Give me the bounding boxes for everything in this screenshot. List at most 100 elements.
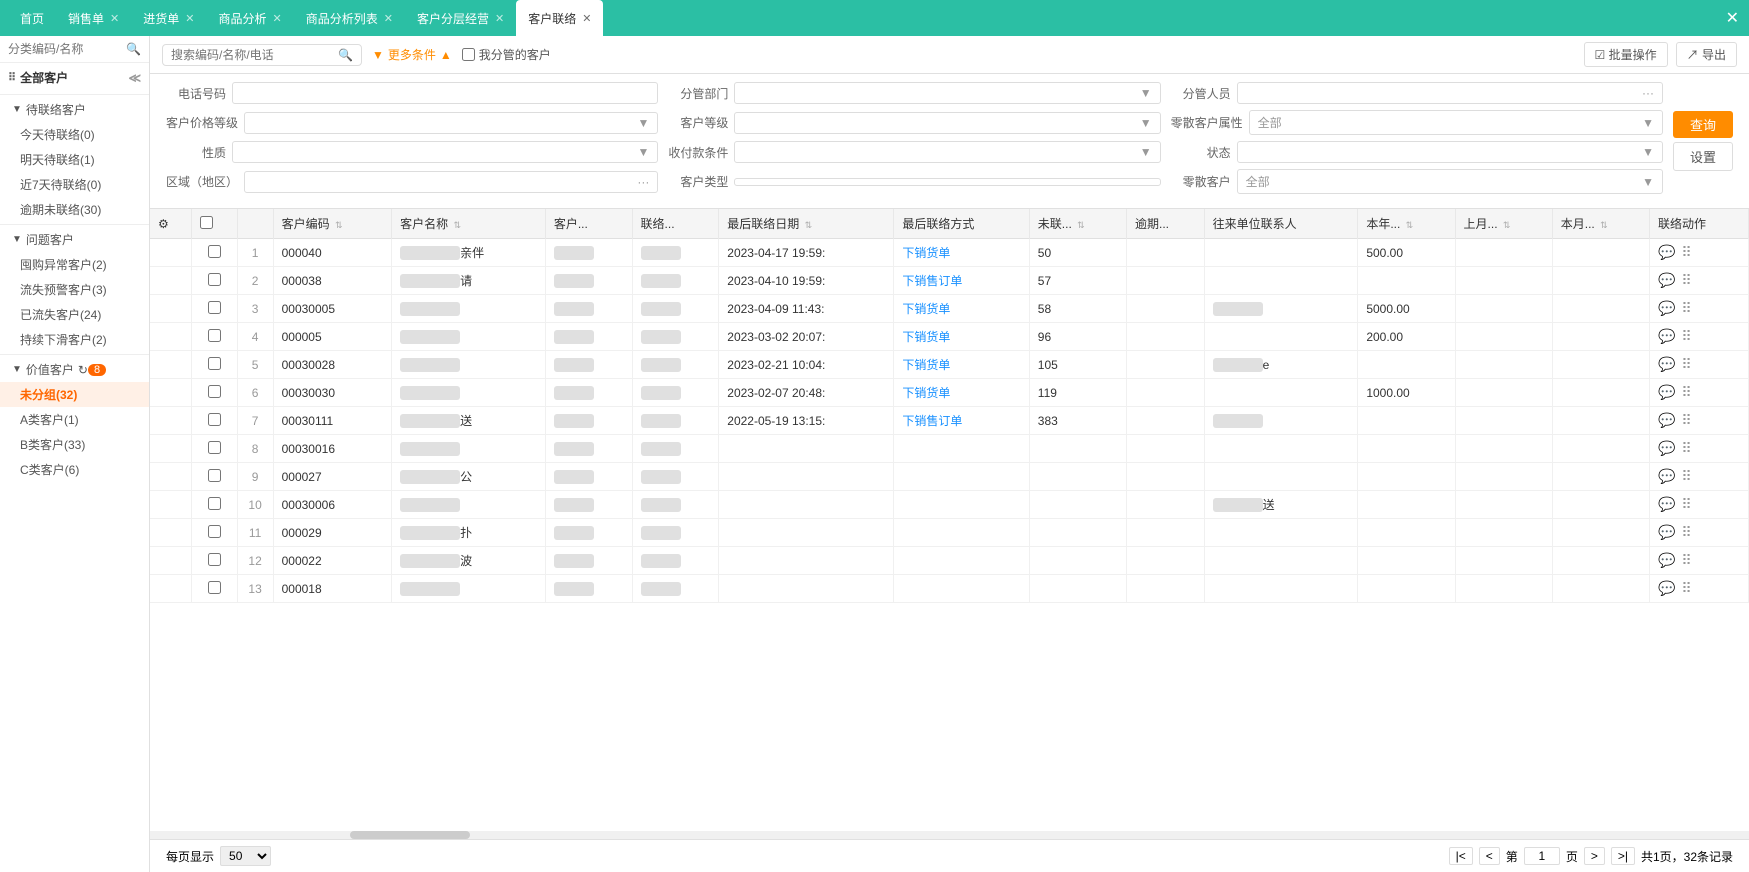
contact-action-icon[interactable]: 💬 [1658, 244, 1675, 261]
payment-select[interactable]: ▼ [734, 141, 1160, 163]
batch-operations-button[interactable]: ☑ 批量操作 [1584, 42, 1668, 67]
contact-method-link[interactable]: 下销货单 [902, 358, 950, 372]
row-checkbox[interactable] [208, 357, 221, 370]
row-checkbox[interactable] [208, 273, 221, 286]
row-checkbox[interactable] [208, 469, 221, 482]
contact-action-icon[interactable]: 💬 [1658, 384, 1675, 401]
collapse-icon[interactable]: ≪ [128, 71, 141, 85]
tab-product-analysis[interactable]: 商品分析 ✕ [206, 0, 293, 36]
sort-icon[interactable]: ⇅ [454, 220, 462, 230]
status-select[interactable]: ▼ [1237, 141, 1663, 163]
dept-select[interactable]: ▼ [734, 82, 1160, 104]
sidebar-item-overdue-not-contacted[interactable]: 逾期未联络(30) [0, 197, 149, 222]
close-icon[interactable]: ✕ [185, 12, 194, 25]
row-checkbox[interactable] [208, 581, 221, 594]
contact-action-icon[interactable]: 💬 [1658, 300, 1675, 317]
sort-icon[interactable]: ⇅ [1600, 220, 1608, 230]
next-page-button[interactable]: > [1584, 847, 1605, 865]
more-action-icon[interactable]: ⠿ [1681, 328, 1691, 345]
manager-select[interactable]: ··· [1237, 82, 1663, 104]
category-search-input[interactable] [8, 42, 122, 56]
phone-input[interactable] [232, 82, 658, 104]
contact-action-icon[interactable]: 💬 [1658, 412, 1675, 429]
region-select[interactable]: ··· [244, 171, 658, 193]
row-checkbox[interactable] [208, 301, 221, 314]
sidebar-group-pending[interactable]: ▼ 待联络客户 [0, 97, 149, 122]
close-icon[interactable]: ✕ [110, 12, 119, 25]
contact-action-icon[interactable]: 💬 [1658, 468, 1675, 485]
contact-method-link[interactable]: 下销货单 [902, 330, 950, 344]
scrollbar-thumb[interactable] [350, 831, 470, 839]
query-button[interactable]: 查询 [1673, 111, 1733, 138]
more-action-icon[interactable]: ⠿ [1681, 384, 1691, 401]
sidebar-item-churn-warning[interactable]: 流失预警客户(3) [0, 277, 149, 302]
contact-action-icon[interactable]: 💬 [1658, 496, 1675, 513]
retail-attr-select[interactable]: 全部 ▼ [1249, 110, 1663, 135]
tab-sales-order[interactable]: 销售单 ✕ [56, 0, 131, 36]
sidebar-group-value[interactable]: ▼ 价值客户 ↻ 8 [0, 357, 149, 382]
more-action-icon[interactable]: ⠿ [1681, 440, 1691, 457]
customer-level-select[interactable]: ▼ [734, 112, 1160, 134]
horizontal-scrollbar[interactable] [150, 831, 1749, 839]
nature-select[interactable]: ▼ [232, 141, 658, 163]
sort-icon[interactable]: ⇅ [1503, 220, 1511, 230]
row-checkbox[interactable] [208, 553, 221, 566]
first-page-button[interactable]: |< [1449, 847, 1473, 865]
customer-type-select[interactable] [734, 178, 1160, 186]
sort-icon[interactable]: ⇅ [1406, 220, 1414, 230]
close-icon[interactable]: ✕ [384, 12, 393, 25]
row-checkbox[interactable] [208, 497, 221, 510]
row-checkbox[interactable] [208, 329, 221, 342]
retail-customer-select[interactable]: 全部 ▼ [1237, 169, 1663, 194]
contact-action-icon[interactable]: 💬 [1658, 552, 1675, 569]
sort-icon[interactable]: ⇅ [335, 220, 343, 230]
sidebar-group-problem[interactable]: ▼ 问题客户 [0, 227, 149, 252]
reset-button[interactable]: 设置 [1673, 142, 1733, 171]
more-action-icon[interactable]: ⠿ [1681, 272, 1691, 289]
row-checkbox[interactable] [208, 385, 221, 398]
sort-icon[interactable]: ⇅ [805, 220, 813, 230]
contact-action-icon[interactable]: 💬 [1658, 356, 1675, 373]
all-customers-header[interactable]: ⠿ 全部客户 ≪ [0, 63, 149, 92]
tab-purchase-order[interactable]: 进货单 ✕ [131, 0, 206, 36]
tab-customer-segment[interactable]: 客户分层经营 ✕ [405, 0, 516, 36]
row-checkbox[interactable] [208, 441, 221, 454]
per-page-select[interactable]: 50 100 [220, 846, 271, 866]
sidebar-item-declining[interactable]: 持续下滑客户(2) [0, 327, 149, 352]
sidebar-item-class-a[interactable]: A类客户(1) [0, 407, 149, 432]
row-checkbox[interactable] [208, 413, 221, 426]
contact-action-icon[interactable]: 💬 [1658, 440, 1675, 457]
sidebar-item-tomorrow-pending[interactable]: 明天待联络(1) [0, 147, 149, 172]
contact-action-icon[interactable]: 💬 [1658, 328, 1675, 345]
more-action-icon[interactable]: ⠿ [1681, 552, 1691, 569]
more-action-icon[interactable]: ⠿ [1681, 300, 1691, 317]
close-icon[interactable]: ✕ [582, 12, 591, 25]
contact-method-link[interactable]: 下销货单 [902, 302, 950, 316]
more-action-icon[interactable]: ⠿ [1681, 412, 1691, 429]
contact-method-link[interactable]: 下销货单 [902, 246, 950, 260]
col-checkbox[interactable] [191, 209, 237, 239]
sidebar-item-class-b[interactable]: B类客户(33) [0, 432, 149, 457]
contact-method-link[interactable]: 下销售订单 [902, 414, 962, 428]
sort-icon[interactable]: ⇅ [1077, 220, 1085, 230]
more-action-icon[interactable]: ⠿ [1681, 356, 1691, 373]
sidebar-item-class-c[interactable]: C类客户(6) [0, 457, 149, 482]
prev-page-button[interactable]: < [1479, 847, 1500, 865]
sidebar-item-today-pending[interactable]: 今天待联络(0) [0, 122, 149, 147]
select-all-checkbox[interactable] [200, 216, 213, 229]
more-action-icon[interactable]: ⠿ [1681, 496, 1691, 513]
sidebar-item-churned[interactable]: 已流失客户(24) [0, 302, 149, 327]
window-close-icon[interactable]: ✕ [1726, 8, 1739, 28]
tab-product-analysis-list[interactable]: 商品分析列表 ✕ [294, 0, 405, 36]
my-customers-check[interactable] [462, 48, 475, 61]
sidebar-item-7days-pending[interactable]: 近7天待联络(0) [0, 172, 149, 197]
my-customers-checkbox[interactable]: 我分管的客户 [462, 46, 551, 63]
contact-action-icon[interactable]: 💬 [1658, 580, 1675, 597]
col-settings[interactable]: ⚙ [150, 209, 191, 239]
contact-action-icon[interactable]: 💬 [1658, 272, 1675, 289]
page-number-input[interactable] [1524, 847, 1560, 865]
contact-method-link[interactable]: 下销售订单 [902, 274, 962, 288]
settings-icon[interactable]: ⚙ [158, 217, 169, 231]
row-checkbox[interactable] [208, 525, 221, 538]
price-level-select[interactable]: ▼ [244, 112, 658, 134]
